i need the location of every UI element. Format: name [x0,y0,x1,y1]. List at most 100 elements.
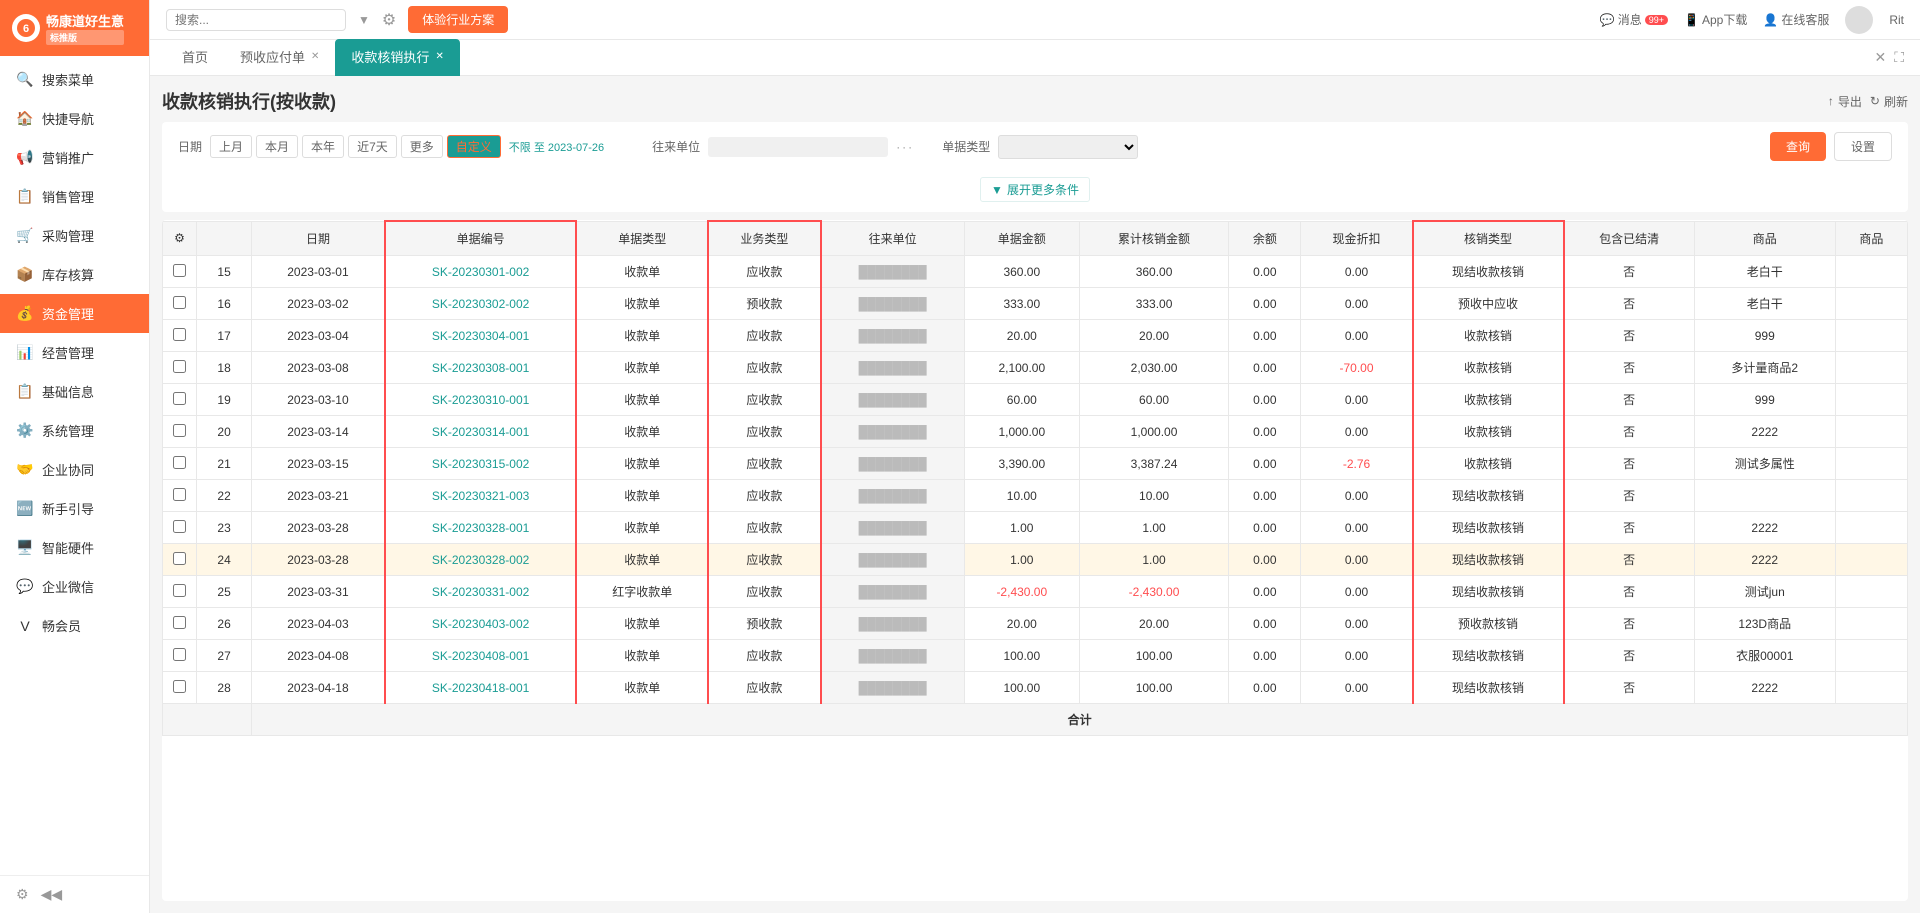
service-label: 在线客服 [1781,11,1829,28]
close-tab-icon[interactable]: ✕ [1874,49,1886,66]
sidebar-item-label: 销售管理 [42,187,94,206]
cell-checkbox[interactable] [163,576,197,608]
sidebar-item-quick-nav[interactable]: 🏠快捷导航 [0,99,149,138]
sidebar-item-sales[interactable]: 📋销售管理 [0,177,149,216]
expand-tab-icon[interactable]: ⛶ [1894,49,1904,66]
cell-checkbox[interactable] [163,672,197,704]
cell-bill-amount: 60.00 [964,384,1079,416]
date-btn-more[interactable]: 更多 [401,135,443,158]
export-button[interactable]: ↑ 导出 [1828,93,1862,110]
bill-no-link[interactable]: SK-20230310-001 [432,393,529,407]
cell-bill-type: 收款单 [576,544,708,576]
cell-checkbox[interactable] [163,480,197,512]
sidebar-item-finance[interactable]: 💰资金管理 [0,294,149,333]
query-button[interactable]: 查询 [1770,132,1826,161]
message-label: 消息 [1618,11,1642,28]
date-filter-label: 日期 [178,138,202,155]
bill-no-link[interactable]: SK-20230328-001 [432,521,529,535]
tab-close-icon[interactable]: ✕ [435,51,443,62]
cell-checkbox[interactable] [163,384,197,416]
col-header-bill-amount: 单据金额 [964,221,1079,256]
partner-filter-input[interactable] [708,137,888,157]
system-icon: ⚙️ [16,422,34,440]
bill-no-link[interactable]: SK-20230315-002 [432,457,529,471]
bill-no-link[interactable]: SK-20230302-002 [432,297,529,311]
sidebar-item-inventory[interactable]: 📦库存核算 [0,255,149,294]
sidebar-item-search[interactable]: 🔍搜索菜单 [0,60,149,99]
cell-checkbox[interactable] [163,416,197,448]
sidebar-item-operation[interactable]: 📊经营管理 [0,333,149,372]
logo-icon: 6 [12,14,40,42]
tab-prepay[interactable]: 预收应付单✕ [224,39,335,76]
bill-no-link[interactable]: SK-20230403-002 [432,617,529,631]
sidebar-item-basic[interactable]: 📋基础信息 [0,372,149,411]
sidebar-item-member[interactable]: V畅会员 [0,606,149,645]
refresh-button[interactable]: ↻ 刷新 [1870,93,1908,110]
topbar-gear-icon[interactable]: ⚙ [382,10,396,30]
cell-checkbox[interactable] [163,448,197,480]
cell-cancel-type: 收款核销 [1413,384,1564,416]
bill-no-link[interactable]: SK-20230408-001 [432,649,529,663]
sidebar-item-system[interactable]: ⚙️系统管理 [0,411,149,450]
cell-checkbox[interactable] [163,352,197,384]
industry-solution-button[interactable]: 体验行业方案 [408,6,508,33]
bill-no-link[interactable]: SK-20230321-003 [432,489,529,503]
cell-include-settled: 否 [1564,480,1695,512]
col-header-gear[interactable]: ⚙ [163,221,197,256]
cell-checkbox[interactable] [163,544,197,576]
partner-filter-label: 往来单位 [652,138,700,155]
collapse-icon[interactable]: ◀◀ [41,886,63,903]
date-btn-custom[interactable]: 自定义 [447,135,501,158]
sidebar-item-marketing[interactable]: 📢营销推广 [0,138,149,177]
cell-checkbox[interactable] [163,640,197,672]
sidebar-item-purchase[interactable]: 🛒采购管理 [0,216,149,255]
date-btn-this-month[interactable]: 本月 [256,135,298,158]
bill-no-link[interactable]: SK-20230314-001 [432,425,529,439]
cell-balance: 0.00 [1229,576,1301,608]
bill-no-link[interactable]: SK-20230331-002 [432,585,529,599]
cell-goods [1694,480,1835,512]
app-download-button[interactable]: 📱 App下载 [1684,11,1747,28]
date-btn-7days[interactable]: 近7天 [348,135,397,158]
cell-bill-amount: 1.00 [964,512,1079,544]
cell-bill-amount: 20.00 [964,320,1079,352]
export-icon: ↑ [1828,94,1834,108]
date-btn-last-month[interactable]: 上月 [210,135,252,158]
topbar-dropdown-icon[interactable]: ▼ [358,13,370,27]
sidebar-item-hardware[interactable]: 🖥️智能硬件 [0,528,149,567]
cell-balance: 0.00 [1229,416,1301,448]
sidebar-logo: 6 畅康道好生意 标推版 [0,0,149,56]
sidebar-item-label: 经营管理 [42,343,94,362]
cell-checkbox[interactable] [163,512,197,544]
cell-checkbox[interactable] [163,320,197,352]
bill-no-link[interactable]: SK-20230308-001 [432,361,529,375]
col-header-balance: 余额 [1229,221,1301,256]
topbar-search-input[interactable] [166,9,346,31]
cell-checkbox[interactable] [163,256,197,288]
tab-close-icon[interactable]: ✕ [311,51,319,62]
settings-bottom-icon[interactable]: ⚙ [16,886,29,903]
cell-cancel-type: 预收中应收 [1413,288,1564,320]
tab-home[interactable]: 首页 [166,39,224,76]
user-avatar[interactable] [1845,6,1873,34]
message-button[interactable]: 💬 消息 99+ [1600,11,1668,28]
sidebar-item-wechat[interactable]: 💬企业微信 [0,567,149,606]
bill-no-link[interactable]: SK-20230328-002 [432,553,529,567]
expand-conditions-button[interactable]: ▼ 展开更多条件 [980,177,1090,202]
cell-biz-type: 应收款 [708,480,820,512]
sidebar-item-corp[interactable]: 🤝企业协同 [0,450,149,489]
table-row: 22 2023-03-21 SK-20230321-003 收款单 应收款 ██… [163,480,1908,512]
cell-cancel-type: 现结收款核销 [1413,480,1564,512]
bill-no-link[interactable]: SK-20230304-001 [432,329,529,343]
sidebar-item-guide[interactable]: 🆕新手引导 [0,489,149,528]
table-row: 15 2023-03-01 SK-20230301-002 收款单 应收款 ██… [163,256,1908,288]
bill-no-link[interactable]: SK-20230418-001 [432,681,529,695]
cell-checkbox[interactable] [163,608,197,640]
tab-collection[interactable]: 收款核销执行✕ [335,39,459,76]
cell-checkbox[interactable] [163,288,197,320]
date-btn-this-year[interactable]: 本年 [302,135,344,158]
online-service-button[interactable]: 👤 在线客服 [1763,11,1829,28]
bill-type-select[interactable] [998,135,1138,159]
filter-settings-button[interactable]: 设置 [1834,132,1892,161]
bill-no-link[interactable]: SK-20230301-002 [432,265,529,279]
